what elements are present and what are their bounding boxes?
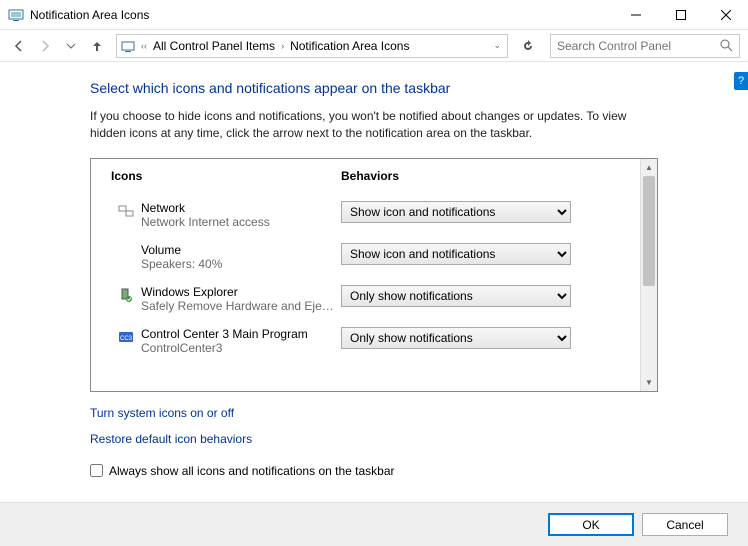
minimize-button[interactable] (613, 0, 658, 29)
always-show-checkbox[interactable] (90, 464, 103, 477)
cancel-button[interactable]: Cancel (642, 513, 728, 536)
item-name: Control Center 3 Main Program (141, 327, 341, 341)
icon-row: Windows Explorer Safely Remove Hardware … (111, 285, 624, 313)
window-title: Notification Area Icons (30, 8, 613, 22)
ok-button[interactable]: OK (548, 513, 634, 536)
scrollbar[interactable]: ▲ ▼ (640, 159, 657, 391)
column-header-icons: Icons (111, 169, 341, 183)
item-subtitle: ControlCenter3 (141, 341, 339, 355)
item-name: Network (141, 201, 341, 215)
search-box[interactable] (550, 34, 740, 58)
scroll-up-button[interactable]: ▲ (641, 159, 657, 176)
breadcrumb-item[interactable]: All Control Panel Items (153, 39, 275, 53)
behavior-select[interactable]: Show icon and notifications (341, 243, 571, 265)
page-description: If you choose to hide icons and notifica… (90, 108, 650, 142)
dialog-footer: OK Cancel (0, 502, 748, 546)
chevron-right-icon[interactable]: ‹‹ (139, 41, 149, 51)
always-show-label: Always show all icons and notifications … (109, 464, 395, 478)
up-button[interactable] (86, 35, 108, 57)
icon-row: Volume Speakers: 40% Show icon and notif… (111, 243, 624, 271)
control-center-icon: CC3 (111, 327, 141, 345)
search-input[interactable] (557, 39, 720, 53)
address-bar[interactable]: ‹‹ All Control Panel Items › Notificatio… (116, 34, 508, 58)
icon-row: CC3 Control Center 3 Main Program Contro… (111, 327, 624, 355)
item-subtitle: Speakers: 40% (141, 257, 339, 271)
refresh-button[interactable] (516, 34, 540, 58)
item-name: Volume (141, 243, 341, 257)
item-subtitle: Safely Remove Hardware and Eject... (141, 299, 339, 313)
nav-bar: ‹‹ All Control Panel Items › Notificatio… (0, 30, 748, 62)
icon-row: Network Network Internet access Show ico… (111, 201, 624, 229)
icons-panel: Icons Behaviors Network Network Internet… (90, 158, 658, 392)
item-subtitle: Network Internet access (141, 215, 339, 229)
system-icons-link[interactable]: Turn system icons on or off (90, 406, 234, 420)
page-heading: Select which icons and notifications app… (90, 80, 718, 96)
maximize-button[interactable] (658, 0, 703, 29)
scroll-track[interactable] (641, 176, 657, 374)
item-name: Windows Explorer (141, 285, 341, 299)
restore-defaults-link[interactable]: Restore default icon behaviors (90, 432, 252, 446)
behavior-select[interactable]: Show icon and notifications (341, 201, 571, 223)
breadcrumb-item[interactable]: Notification Area Icons (290, 39, 409, 53)
scroll-down-button[interactable]: ▼ (641, 374, 657, 391)
svg-text:CC3: CC3 (120, 336, 133, 342)
search-icon[interactable] (720, 39, 733, 52)
control-panel-icon (121, 39, 135, 53)
behavior-select[interactable]: Only show notifications (341, 285, 571, 307)
close-button[interactable] (703, 0, 748, 29)
usb-eject-icon (111, 285, 141, 303)
app-icon (8, 7, 24, 23)
behavior-select[interactable]: Only show notifications (341, 327, 571, 349)
volume-icon (111, 243, 141, 245)
chevron-down-icon[interactable]: ⌄ (491, 40, 503, 51)
title-bar: Notification Area Icons (0, 0, 748, 30)
chevron-right-icon[interactable]: › (279, 41, 286, 51)
network-icon (111, 201, 141, 219)
main-content: Select which icons and notifications app… (0, 62, 748, 478)
forward-button[interactable] (34, 35, 56, 57)
scroll-thumb[interactable] (643, 176, 655, 286)
recent-dropdown[interactable] (60, 35, 82, 57)
back-button[interactable] (8, 35, 30, 57)
column-header-behaviors: Behaviors (341, 169, 624, 183)
